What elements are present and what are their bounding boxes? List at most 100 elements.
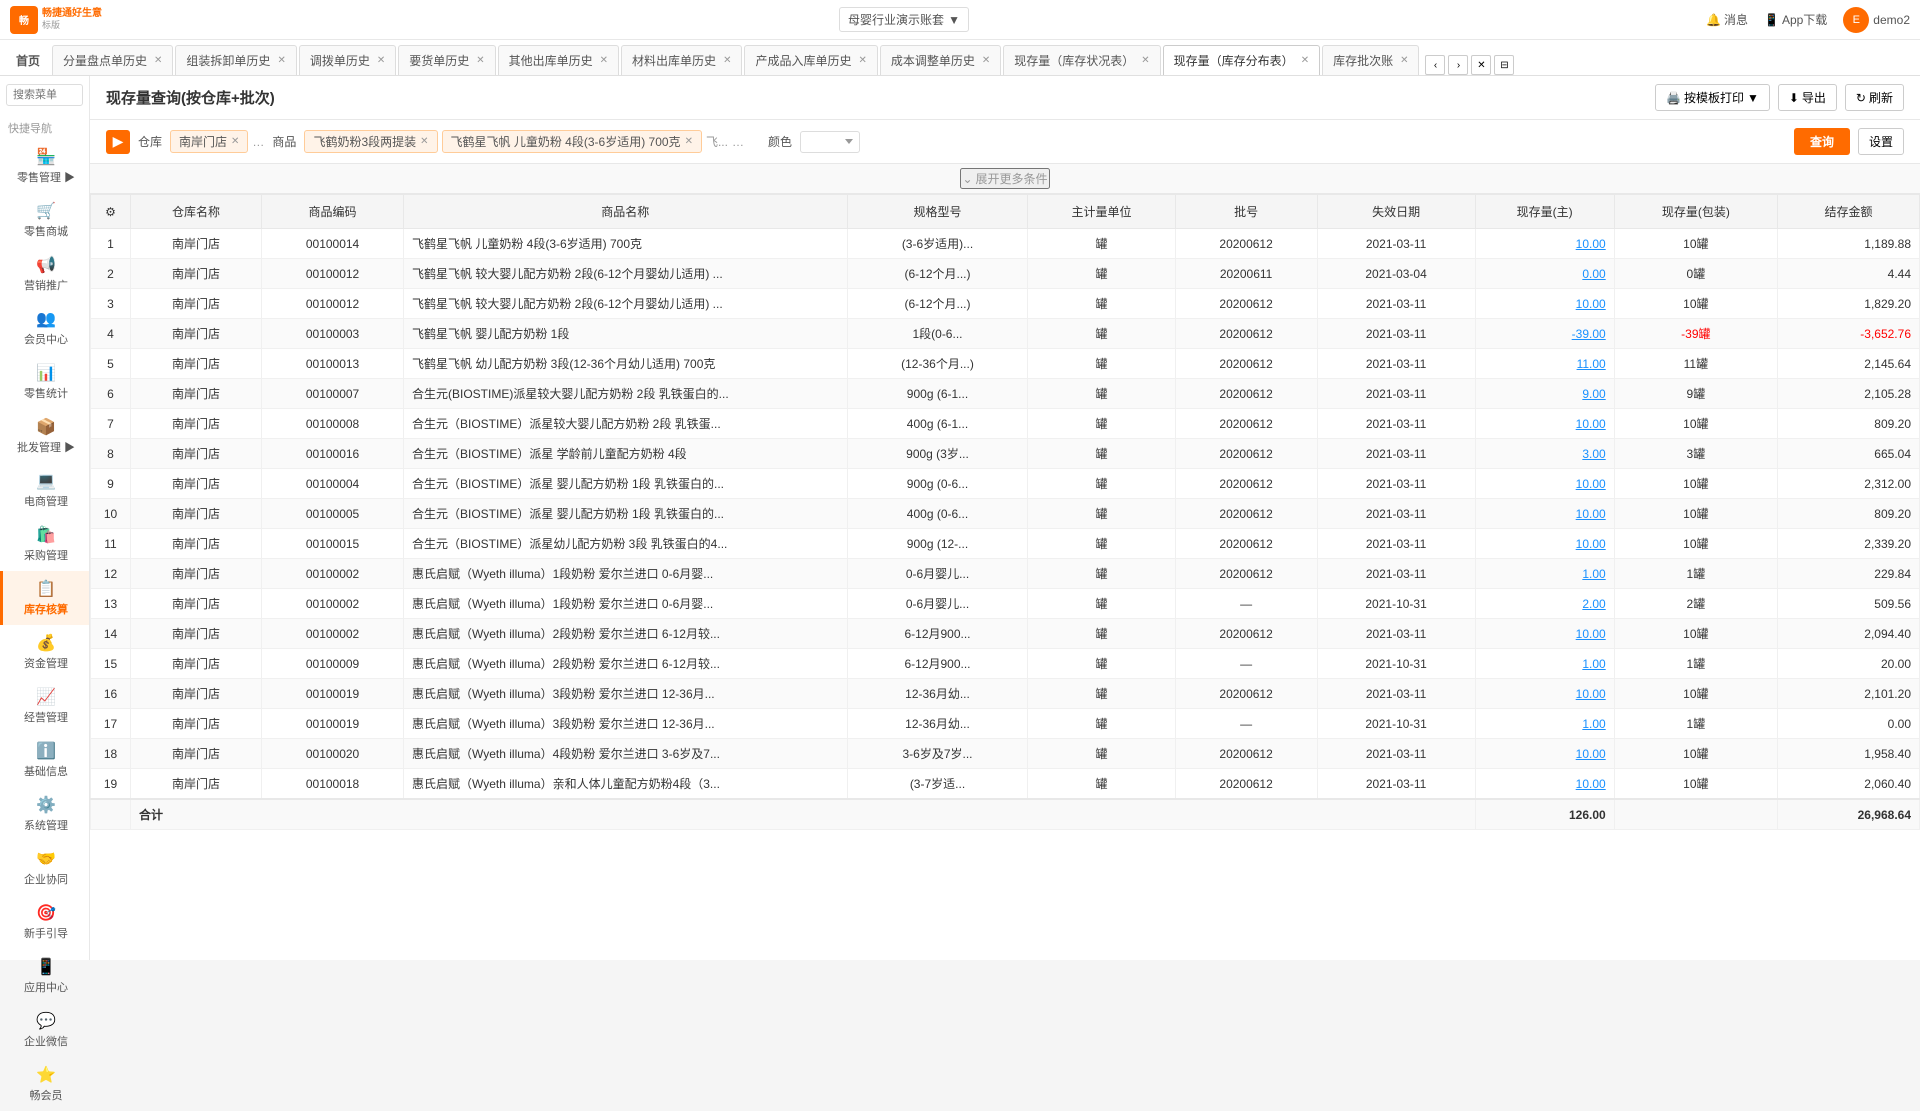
- tab-split[interactable]: 分量盘点单历史 ✕: [52, 45, 173, 75]
- sidebar-item-vip[interactable]: ⭐ 畅会员: [0, 1057, 89, 1111]
- settings-icon[interactable]: ⚙: [105, 205, 116, 219]
- table-body: 1 南岸门店 00100014 飞鹤星飞帆 儿童奶粉 4段(3-6岁适用) 70…: [91, 229, 1920, 830]
- sidebar-item-mall[interactable]: 🛒 零售商城: [0, 193, 89, 247]
- row-spec: 900g (3岁...: [847, 439, 1028, 469]
- tab-close-btn[interactable]: ✕: [1471, 55, 1491, 75]
- close-icon[interactable]: ✕: [600, 55, 608, 66]
- search-input[interactable]: [6, 84, 83, 106]
- tab-next-btn[interactable]: ›: [1448, 55, 1468, 75]
- setting-btn[interactable]: 设置: [1858, 128, 1904, 155]
- row-unit: 罐: [1028, 499, 1175, 529]
- sidebar-item-ecommerce[interactable]: 💻 电商管理: [0, 463, 89, 517]
- sidebar-item-retail[interactable]: 🏪 零售管理 ▶: [0, 139, 89, 193]
- marketing-icon: 📢: [9, 255, 83, 275]
- tab-stock-status[interactable]: 现存量（库存状况表） ✕: [1003, 45, 1160, 75]
- row-code: 00100019: [262, 709, 404, 739]
- row-qty-main: 1.00: [1475, 709, 1614, 739]
- close-icon[interactable]: ✕: [231, 136, 239, 147]
- close-icon[interactable]: ✕: [1141, 55, 1149, 66]
- warehouse-filter-label: 仓库: [138, 133, 162, 150]
- sidebar-item-stats[interactable]: 📊 零售统计: [0, 355, 89, 409]
- col-name: 商品名称: [404, 195, 848, 229]
- tab-material-out[interactable]: 材料出库单历史 ✕: [621, 45, 742, 75]
- row-name: 惠氏启赋（Wyeth illuma）1段奶粉 爱尔兰进口 0-6月婴...: [404, 589, 848, 619]
- row-expire: 2021-03-11: [1317, 289, 1475, 319]
- row-batch: 20200612: [1175, 769, 1317, 800]
- sidebar-item-inventory[interactable]: 📋 库存核算: [0, 571, 89, 625]
- close-icon[interactable]: ✕: [476, 55, 484, 66]
- row-amount: 1,958.40: [1778, 739, 1920, 769]
- tab-menu-btn[interactable]: ⊟: [1494, 55, 1514, 75]
- product-more[interactable]: 飞...: [706, 133, 728, 150]
- close-icon[interactable]: ✕: [154, 55, 162, 66]
- tab-other-out[interactable]: 其他出库单历史 ✕: [498, 45, 619, 75]
- close-icon[interactable]: ✕: [982, 55, 990, 66]
- row-no: 7: [91, 409, 131, 439]
- sidebar-item-operations[interactable]: 📈 经营管理: [0, 679, 89, 733]
- filter-expand-btn[interactable]: ▶: [106, 130, 130, 154]
- print-btn[interactable]: 🖨️ 按模板打印 ▼: [1655, 84, 1770, 111]
- user-area[interactable]: E demo2: [1843, 7, 1910, 33]
- tab-prev-btn[interactable]: ‹: [1425, 55, 1445, 75]
- expand-more-btn[interactable]: ⌄ 展开更多条件: [960, 168, 1049, 189]
- search-btn[interactable]: 查询: [1794, 128, 1850, 155]
- color-select[interactable]: [800, 131, 860, 153]
- table-row: 10 南岸门店 00100005 合生元（BIOSTIME）派星 婴儿配方奶粉 …: [91, 499, 1920, 529]
- sidebar-item-wechat[interactable]: 💬 企业微信: [0, 1003, 89, 1057]
- row-name: 飞鹤星飞帆 较大婴儿配方奶粉 2段(6-12个月婴幼儿适用) ...: [404, 289, 848, 319]
- footer-empty2: [1614, 799, 1777, 830]
- close-icon[interactable]: ✕: [723, 55, 731, 66]
- message-btn[interactable]: 🔔 消息: [1706, 11, 1748, 28]
- col-unit: 主计量单位: [1028, 195, 1175, 229]
- industry-selector[interactable]: 母婴行业演示账套 ▼: [839, 7, 969, 32]
- product-more-dots[interactable]: …: [732, 135, 744, 149]
- brand-label: 标版: [42, 20, 102, 31]
- tab-stock-dist[interactable]: 现存量（库存分布表） ✕: [1163, 45, 1320, 75]
- sidebar-item-finance[interactable]: 💰 资金管理: [0, 625, 89, 679]
- tab-batch-ledger[interactable]: 库存批次账 ✕: [1322, 45, 1419, 75]
- sidebar-item-guide[interactable]: 🎯 新手引导: [0, 895, 89, 949]
- close-icon[interactable]: ✕: [685, 136, 693, 147]
- tab-cost-adjust[interactable]: 成本调整单历史 ✕: [880, 45, 1001, 75]
- sidebar-item-purchase[interactable]: 🛍️ 采购管理: [0, 517, 89, 571]
- tab-requisition[interactable]: 要货单历史 ✕: [398, 45, 495, 75]
- export-btn[interactable]: ⬇ 导出: [1778, 84, 1837, 111]
- row-amount: 2,101.20: [1778, 679, 1920, 709]
- sidebar-item-basic[interactable]: ℹ️ 基础信息: [0, 733, 89, 787]
- chevron-down-icon: ▼: [1747, 91, 1759, 105]
- row-batch: 20200612: [1175, 409, 1317, 439]
- row-qty-pack: 10罐: [1614, 409, 1777, 439]
- app-download-btn[interactable]: 📱 App下载: [1764, 11, 1827, 28]
- tab-product-in[interactable]: 产成品入库单历史 ✕: [744, 45, 877, 75]
- close-icon[interactable]: ✕: [420, 136, 428, 147]
- tab-home[interactable]: 首页: [6, 45, 50, 75]
- row-qty-main: 2.00: [1475, 589, 1614, 619]
- row-amount: 2,060.40: [1778, 769, 1920, 800]
- close-icon[interactable]: ✕: [277, 55, 285, 66]
- sidebar-item-enterprise[interactable]: 🤝 企业协同: [0, 841, 89, 895]
- tab-dismantle[interactable]: 组装拆卸单历史 ✕: [175, 45, 296, 75]
- close-icon[interactable]: ✕: [1400, 55, 1408, 66]
- sidebar-item-wholesale[interactable]: 📦 批发管理 ▶: [0, 409, 89, 463]
- refresh-btn[interactable]: ↻ 刷新: [1845, 84, 1904, 111]
- row-qty-pack: 10罐: [1614, 739, 1777, 769]
- sidebar-item-apps[interactable]: 📱 应用中心: [0, 949, 89, 1003]
- tab-allocate[interactable]: 调拨单历史 ✕: [299, 45, 396, 75]
- sidebar-item-members[interactable]: 👥 会员中心: [0, 301, 89, 355]
- row-qty-main: 10.00: [1475, 229, 1614, 259]
- row-code: 00100002: [262, 589, 404, 619]
- col-warehouse: 仓库名称: [131, 195, 262, 229]
- close-icon[interactable]: ✕: [377, 55, 385, 66]
- close-icon[interactable]: ✕: [858, 55, 866, 66]
- row-expire: 2021-10-31: [1317, 589, 1475, 619]
- row-qty-pack: 10罐: [1614, 469, 1777, 499]
- table-row: 8 南岸门店 00100016 合生元（BIOSTIME）派星 学龄前儿童配方奶…: [91, 439, 1920, 469]
- close-icon[interactable]: ✕: [1301, 55, 1309, 66]
- sidebar-item-marketing[interactable]: 📢 营销推广: [0, 247, 89, 301]
- row-batch: 20200612: [1175, 499, 1317, 529]
- row-qty-pack: 2罐: [1614, 589, 1777, 619]
- row-qty-main: 10.00: [1475, 679, 1614, 709]
- warehouse-more[interactable]: …: [252, 135, 264, 149]
- sidebar-item-system[interactable]: ⚙️ 系统管理: [0, 787, 89, 841]
- retail-icon: 🏪: [9, 147, 83, 167]
